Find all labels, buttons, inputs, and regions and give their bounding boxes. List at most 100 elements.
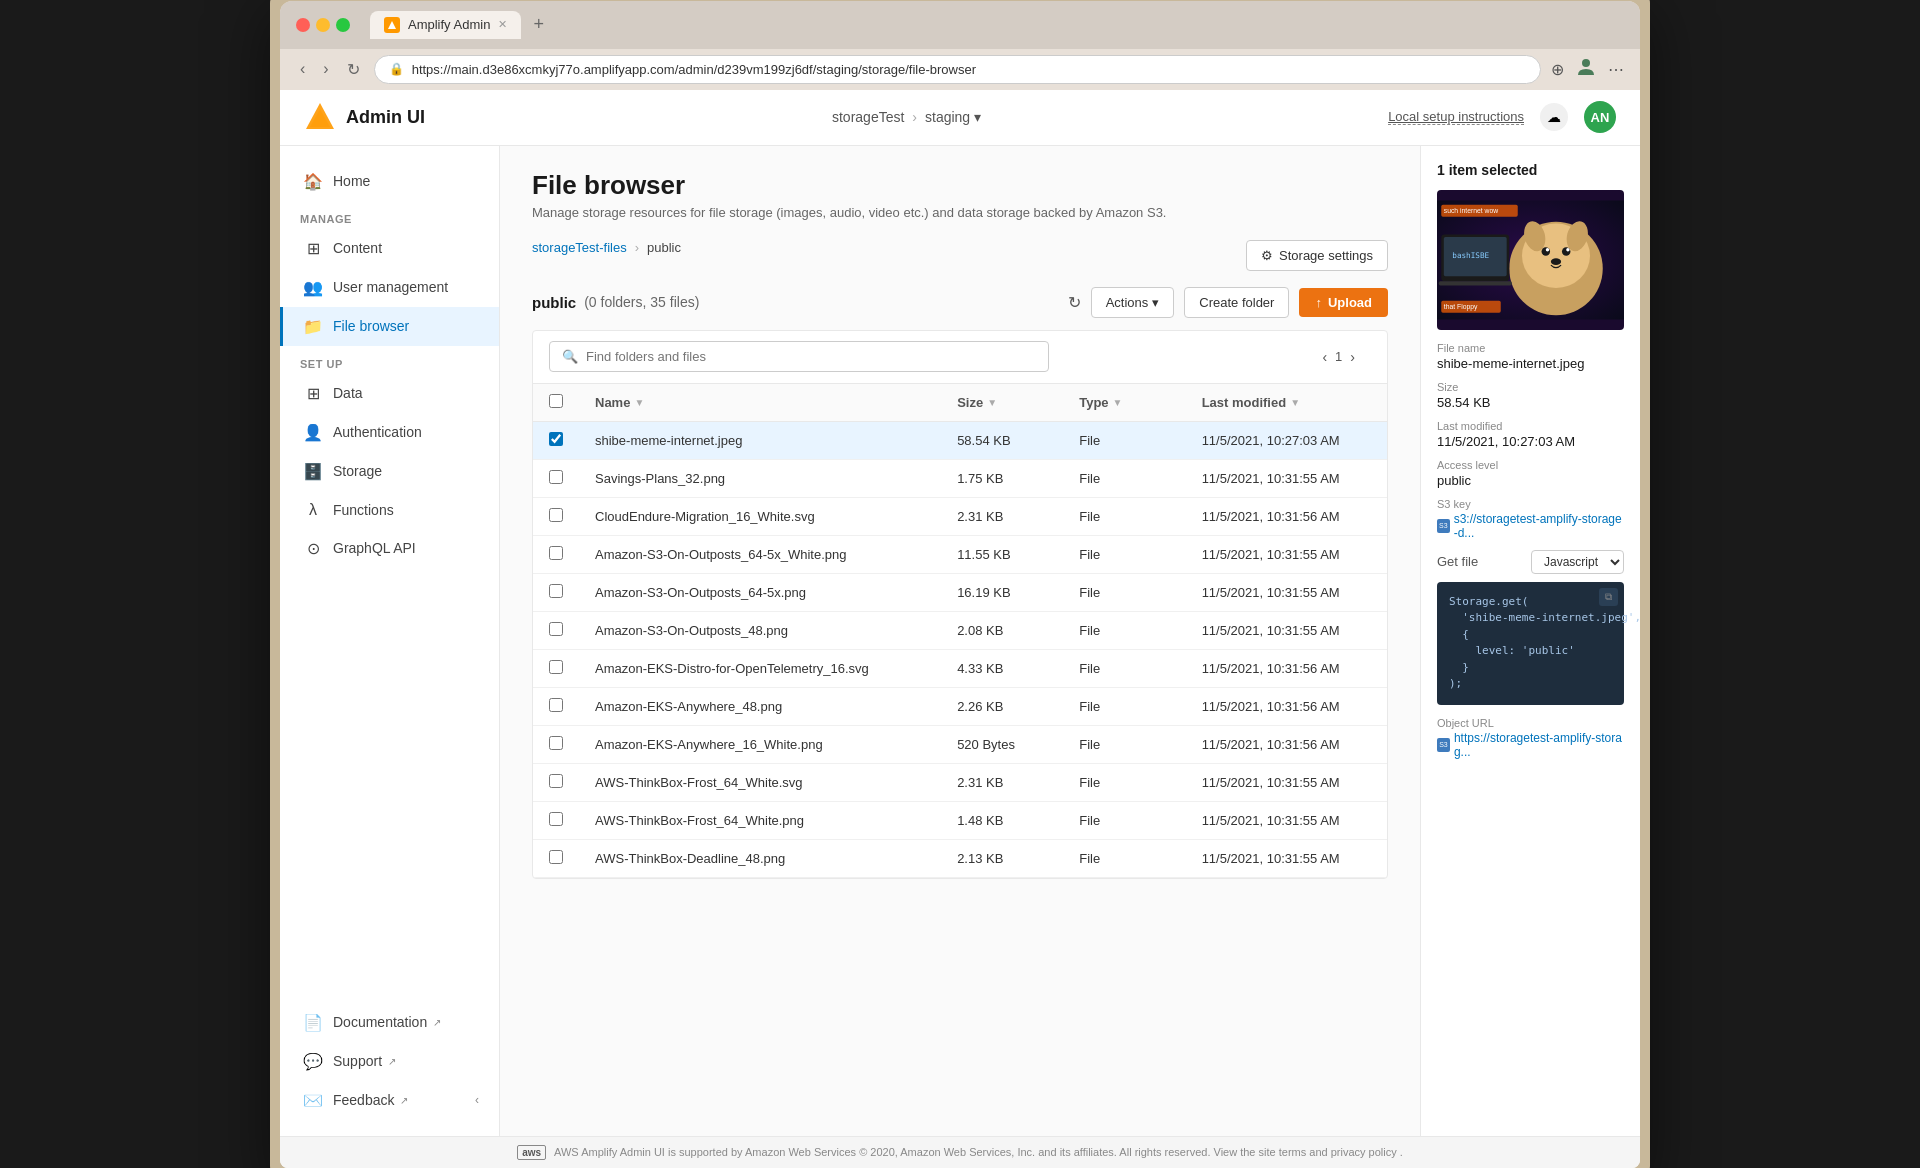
sidebar-label-data: Data xyxy=(333,385,363,401)
sidebar-item-data[interactable]: ⊞ Data xyxy=(280,374,499,413)
language-selector[interactable]: Javascript Swift Android xyxy=(1531,550,1624,574)
row-checkbox-cell[interactable] xyxy=(533,801,579,839)
refresh-browser-button[interactable]: ↻ xyxy=(343,56,364,83)
new-tab-button[interactable]: + xyxy=(533,14,544,35)
url-bar[interactable]: 🔒 https://main.d3e86xcmkyj77o.amplifyapp… xyxy=(374,55,1541,84)
create-folder-button[interactable]: Create folder xyxy=(1184,287,1289,318)
row-checkbox-cell[interactable] xyxy=(533,649,579,687)
cloud-upload-icon[interactable]: ☁ xyxy=(1540,103,1568,131)
sidebar-item-storage[interactable]: 🗄️ Storage xyxy=(280,452,499,491)
row-checkbox-cell[interactable] xyxy=(533,459,579,497)
row-checkbox-cell[interactable] xyxy=(533,725,579,763)
row-checkbox[interactable] xyxy=(549,508,563,522)
close-dot[interactable] xyxy=(296,18,310,32)
table-row[interactable]: AWS-ThinkBox-Frost_64_White.svg 2.31 KB … xyxy=(533,763,1387,801)
table-row[interactable]: Amazon-S3-On-Outposts_64-5x_White.png 11… xyxy=(533,535,1387,573)
select-all-header[interactable] xyxy=(533,384,579,422)
maximize-dot[interactable] xyxy=(336,18,350,32)
avatar[interactable]: AN xyxy=(1584,101,1616,133)
row-checkbox-cell[interactable] xyxy=(533,421,579,459)
prev-page-button[interactable]: ‹ xyxy=(1322,349,1327,365)
actions-label: Actions xyxy=(1106,295,1149,310)
panel-object-url-field: Object URL S3 https://storagetest-amplif… xyxy=(1437,717,1624,759)
extensions-button[interactable]: ⊕ xyxy=(1551,60,1564,79)
size-sort[interactable]: Size ▼ xyxy=(957,395,997,410)
row-checkbox-cell[interactable] xyxy=(533,497,579,535)
table-row[interactable]: Amazon-S3-On-Outposts_64-5x.png 16.19 KB… xyxy=(533,573,1387,611)
browser-tab[interactable]: Amplify Admin ✕ xyxy=(370,11,521,39)
sidebar-item-documentation[interactable]: 📄 Documentation ↗ xyxy=(280,1003,499,1042)
tab-close-button[interactable]: ✕ xyxy=(498,18,507,31)
name-sort[interactable]: Name ▼ xyxy=(595,395,644,410)
next-page-button[interactable]: › xyxy=(1350,349,1355,365)
sidebar-item-home[interactable]: 🏠 Home xyxy=(280,162,499,201)
storage-settings-button[interactable]: ⚙ Storage settings xyxy=(1246,240,1388,271)
s3-key-link[interactable]: s3://storagetest-amplify-storage-d... xyxy=(1454,512,1624,540)
back-button[interactable]: ‹ xyxy=(296,56,309,82)
row-checkbox[interactable] xyxy=(549,584,563,598)
panel-access-label: Access level xyxy=(1437,459,1624,471)
table-row[interactable]: CloudEndure-Migration_16_White.svg 2.31 … xyxy=(533,497,1387,535)
row-checkbox[interactable] xyxy=(549,432,563,446)
table-row[interactable]: shibe-meme-internet.jpeg 58.54 KB File 1… xyxy=(533,421,1387,459)
row-checkbox[interactable] xyxy=(549,660,563,674)
type-sort[interactable]: Type ▼ xyxy=(1079,395,1122,410)
sidebar-item-content[interactable]: ⊞ Content xyxy=(280,229,499,268)
minimize-dot[interactable] xyxy=(316,18,330,32)
th-name[interactable]: Name ▼ xyxy=(579,384,941,422)
sidebar-item-support[interactable]: 💬 Support ↗ xyxy=(280,1042,499,1081)
sidebar-collapse-icon[interactable]: ‹ xyxy=(475,1093,479,1107)
sidebar-item-graphql-api[interactable]: ⊙ GraphQL API xyxy=(280,529,499,568)
row-checkbox[interactable] xyxy=(549,774,563,788)
sidebar-item-file-browser[interactable]: 📁 File browser xyxy=(280,307,499,346)
row-checkbox-cell[interactable] xyxy=(533,573,579,611)
search-input[interactable] xyxy=(586,349,1036,364)
object-url-value[interactable]: https://storagetest-amplify-storag... xyxy=(1454,731,1624,759)
sidebar-item-feedback[interactable]: ✉️ Feedback ↗ ‹ xyxy=(280,1081,499,1120)
table-row[interactable]: Amazon-EKS-Anywhere_48.png 2.26 KB File … xyxy=(533,687,1387,725)
modified-sort[interactable]: Last modified ▼ xyxy=(1202,395,1300,410)
th-type[interactable]: Type ▼ xyxy=(1063,384,1185,422)
sidebar-item-user-management[interactable]: 👥 User management xyxy=(280,268,499,307)
modified-col-label: Last modified xyxy=(1202,395,1287,410)
table-row[interactable]: Savings-Plans_32.png 1.75 KB File 11/5/2… xyxy=(533,459,1387,497)
sidebar-item-authentication[interactable]: 👤 Authentication xyxy=(280,413,499,452)
nav-project[interactable]: storageTest xyxy=(832,109,904,125)
th-size[interactable]: Size ▼ xyxy=(941,384,1063,422)
table-row[interactable]: Amazon-EKS-Distro-for-OpenTelemetry_16.s… xyxy=(533,649,1387,687)
table-row[interactable]: AWS-ThinkBox-Deadline_48.png 2.13 KB Fil… xyxy=(533,839,1387,877)
row-modified: 11/5/2021, 10:31:55 AM xyxy=(1186,839,1387,877)
forward-button[interactable]: › xyxy=(319,56,332,82)
refresh-button[interactable]: ↻ xyxy=(1068,293,1081,312)
row-checkbox-cell[interactable] xyxy=(533,763,579,801)
row-checkbox[interactable] xyxy=(549,470,563,484)
row-checkbox[interactable] xyxy=(549,698,563,712)
object-url-link[interactable]: S3 https://storagetest-amplify-storag... xyxy=(1437,731,1624,759)
upload-button[interactable]: ↑ Upload xyxy=(1299,288,1388,317)
row-checkbox-cell[interactable] xyxy=(533,611,579,649)
local-setup-link[interactable]: Local setup instructions xyxy=(1388,109,1524,125)
nav-env-dropdown[interactable]: staging ▾ xyxy=(925,109,981,125)
row-checkbox[interactable] xyxy=(549,736,563,750)
copy-code-button[interactable]: ⧉ xyxy=(1599,588,1618,606)
select-all-checkbox[interactable] xyxy=(549,394,563,408)
actions-button[interactable]: Actions ▾ xyxy=(1091,287,1175,318)
row-checkbox[interactable] xyxy=(549,546,563,560)
table-row[interactable]: Amazon-EKS-Anywhere_16_White.png 520 Byt… xyxy=(533,725,1387,763)
row-checkbox-cell[interactable] xyxy=(533,535,579,573)
row-checkbox[interactable] xyxy=(549,850,563,864)
sidebar-item-functions[interactable]: λ Functions xyxy=(280,491,499,529)
panel-s3key-value[interactable]: S3 s3://storagetest-amplify-storage-d... xyxy=(1437,512,1624,540)
table-row[interactable]: Amazon-S3-On-Outposts_48.png 2.08 KB Fil… xyxy=(533,611,1387,649)
breadcrumb-root[interactable]: storageTest-files xyxy=(532,240,627,255)
row-checkbox[interactable] xyxy=(549,812,563,826)
name-col-label: Name xyxy=(595,395,630,410)
page-title: File browser xyxy=(532,170,1388,201)
th-modified[interactable]: Last modified ▼ xyxy=(1186,384,1387,422)
settings-button[interactable]: ⋯ xyxy=(1608,60,1624,79)
row-checkbox-cell[interactable] xyxy=(533,687,579,725)
profile-button[interactable] xyxy=(1574,55,1598,83)
table-row[interactable]: AWS-ThinkBox-Frost_64_White.png 1.48 KB … xyxy=(533,801,1387,839)
row-checkbox-cell[interactable] xyxy=(533,839,579,877)
row-checkbox[interactable] xyxy=(549,622,563,636)
